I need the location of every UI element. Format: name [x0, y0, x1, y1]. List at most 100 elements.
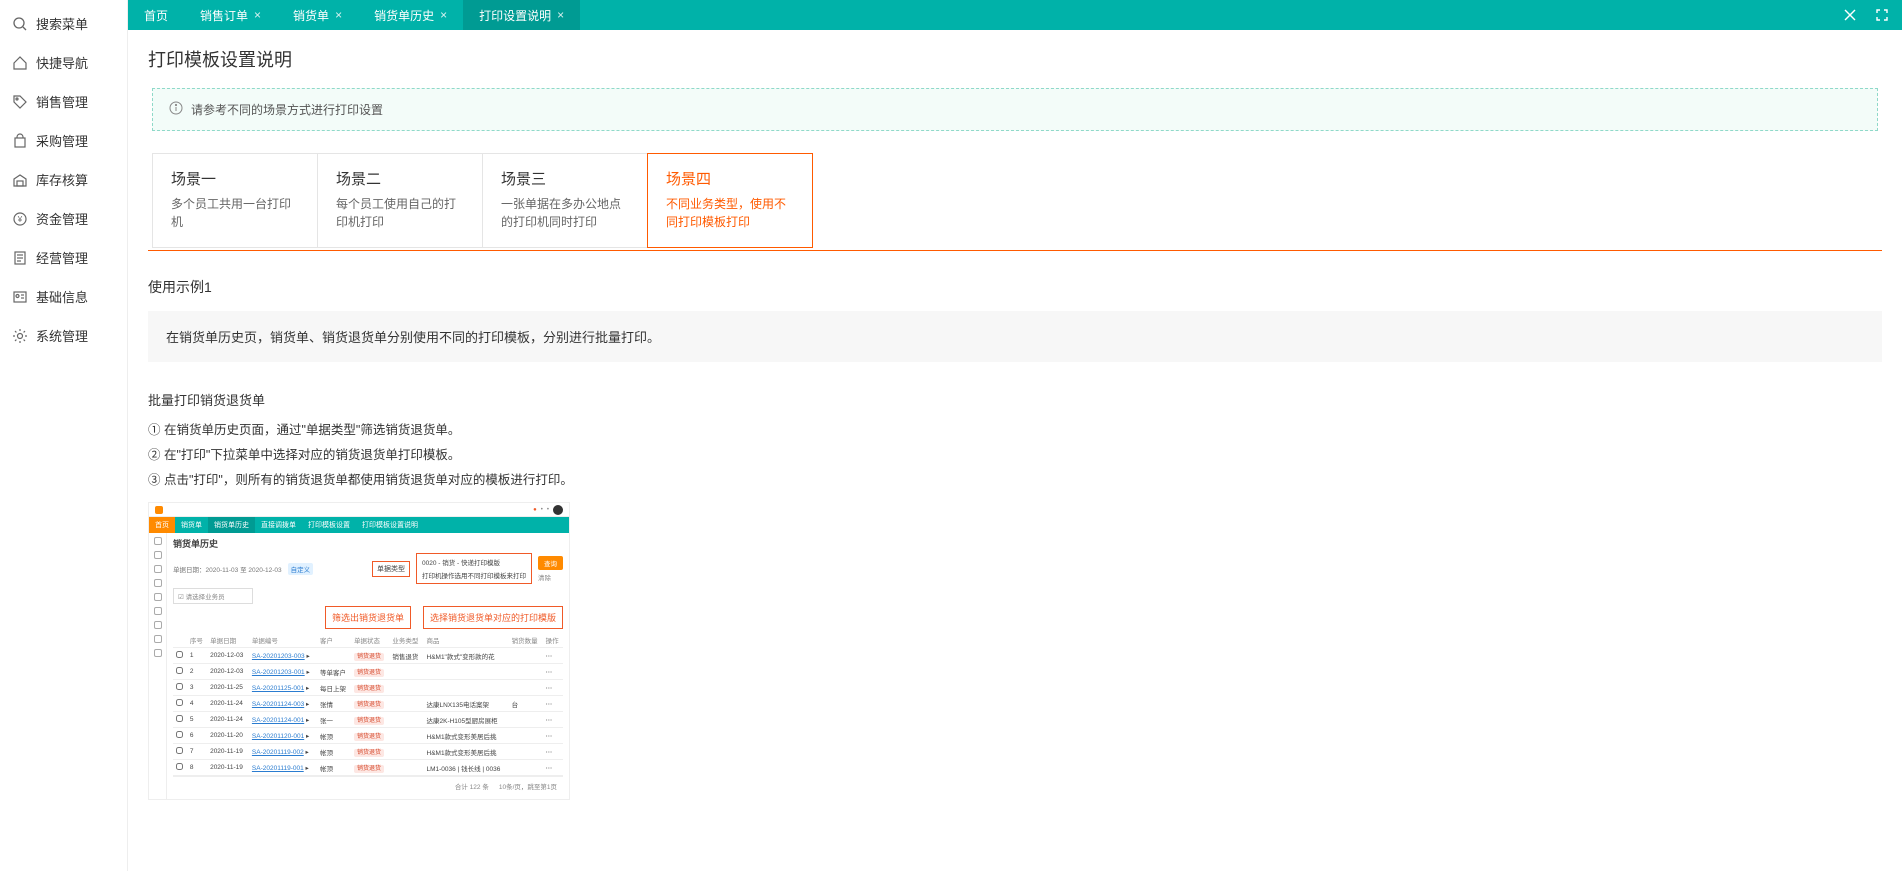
close-all-icon[interactable]	[1838, 3, 1862, 27]
search-icon	[12, 16, 28, 32]
mock-tab: 首页	[149, 517, 175, 533]
mock-filter-type: 单据类型	[372, 561, 410, 577]
sidebar-item-label: 基础信息	[36, 287, 88, 306]
warehouse-icon	[12, 172, 28, 188]
svg-text:¥: ¥	[17, 215, 23, 224]
main: 首页 销售订单 × 销货单 × 销货单历史 × 打印设置说明 × 打印模	[128, 0, 1902, 871]
mock-tab: 打印模板设置	[302, 517, 356, 533]
page-title: 打印模板设置说明	[148, 46, 1882, 72]
sidebar: 搜索菜单 快捷导航 销售管理 采购管理 库存核算 ¥ 资金管理 经营管理	[0, 0, 128, 871]
tab-sales-bill[interactable]: 销货单 ×	[277, 0, 358, 30]
scenario-card-1[interactable]: 场景一 多个员工共用一台打印机	[152, 153, 318, 248]
mock-table-row: 82020-11-19SA-20201119-001 ▸帐顶销货退货LM1-00…	[173, 760, 563, 776]
mock-tab: 直接调拨单	[255, 517, 302, 533]
scenario-desc: 一张单据在多办公地点的打印机同时打印	[501, 195, 629, 231]
tab-home[interactable]: 首页	[128, 0, 184, 30]
scenario-desc: 每个员工使用自己的打印机打印	[336, 195, 464, 231]
tag-icon	[12, 94, 28, 110]
sidebar-item-finance[interactable]: ¥ 资金管理	[0, 199, 127, 238]
cards-underline	[148, 250, 1882, 251]
mock-table-row: 42020-11-24SA-20201124-003 ▸张情销货退货达康LNX1…	[173, 696, 563, 712]
mock-footer-total: 合计 122 条	[455, 781, 489, 791]
scenario-desc: 多个员工共用一台打印机	[171, 195, 299, 231]
mock-clear-button: 清除	[538, 572, 563, 582]
mock-callout-template: 选择销货退货单对应的打印模版	[423, 606, 563, 629]
info-icon	[169, 101, 183, 118]
tab-label: 首页	[144, 7, 168, 24]
sidebar-item-label: 快捷导航	[36, 53, 88, 72]
mock-title: 销货单历史	[173, 537, 563, 550]
tab-label: 销货单历史	[374, 7, 434, 24]
close-icon[interactable]: ×	[557, 8, 564, 22]
tabbar: 首页 销售订单 × 销货单 × 销货单历史 × 打印设置说明 ×	[128, 0, 1902, 30]
sidebar-item-basicinfo[interactable]: 基础信息	[0, 277, 127, 316]
sidebar-item-label: 采购管理	[36, 131, 88, 150]
scenario-title: 场景二	[336, 168, 464, 189]
scenario-title: 场景三	[501, 168, 629, 189]
mock-date-badge: 自定义	[288, 563, 314, 575]
step-line: ② 在"打印"下拉菜单中选择对应的销货退货单打印模板。	[148, 444, 1882, 463]
scenario-desc: 不同业务类型，使用不同打印模板打印	[666, 195, 794, 231]
hint-box: 请参考不同的场景方式进行打印设置	[152, 88, 1878, 131]
mock-logo-icon	[155, 506, 163, 514]
fullscreen-icon[interactable]	[1870, 3, 1894, 27]
step-line: ① 在销货单历史页面，通过"单据类型"筛选销货退货单。	[148, 419, 1882, 438]
sidebar-item-label: 销售管理	[36, 92, 88, 111]
tab-print-settings[interactable]: 打印设置说明 ×	[463, 0, 580, 30]
sidebar-item-label: 经营管理	[36, 248, 88, 267]
mock-table-row: 62020-11-20SA-20201120-001 ▸帐顶销货退货H&M1款式…	[173, 728, 563, 744]
mock-table-row: 52020-11-24SA-20201124-001 ▸张一销货退货达康2K-H…	[173, 712, 563, 728]
sidebar-item-label: 库存核算	[36, 170, 88, 189]
mock-query-button: 查询	[538, 556, 563, 570]
hint-text: 请参考不同的场景方式进行打印设置	[191, 101, 383, 118]
sidebar-item-label: 搜索菜单	[36, 14, 88, 33]
sidebar-item-label: 资金管理	[36, 209, 88, 228]
close-icon[interactable]: ×	[440, 8, 447, 22]
tab-label: 打印设置说明	[479, 7, 551, 24]
mock-avatar-icon	[553, 505, 563, 515]
close-icon[interactable]: ×	[254, 8, 261, 22]
mock-table-row: 72020-11-19SA-20201119-002 ▸帐顶销货退货H&M1款式…	[173, 744, 563, 760]
sidebar-item-sales[interactable]: 销售管理	[0, 82, 127, 121]
close-icon[interactable]: ×	[335, 8, 342, 22]
sidebar-item-system[interactable]: 系统管理	[0, 316, 127, 355]
scenario-card-2[interactable]: 场景二 每个员工使用自己的打印机打印	[317, 153, 483, 248]
sidebar-item-inventory[interactable]: 库存核算	[0, 160, 127, 199]
description-box: 在销货单历史页，销货单、销货退货单分别使用不同的打印模板，分别进行批量打印。	[148, 311, 1882, 362]
scenario-title: 场景一	[171, 168, 299, 189]
bag-icon	[12, 133, 28, 149]
mock-footer-pager: 10条/页，跳至第1页	[499, 781, 557, 791]
tab-sales-history[interactable]: 销货单历史 ×	[358, 0, 463, 30]
sidebar-item-quicknav[interactable]: 快捷导航	[0, 43, 127, 82]
sidebar-item-search[interactable]: 搜索菜单	[0, 4, 127, 43]
step-line: ③ 点击"打印"，则所有的销货退货单都使用销货退货单对应的模板进行打印。	[148, 469, 1882, 488]
mock-tab: 打印模板设置说明	[356, 517, 424, 533]
tab-label: 销货单	[293, 7, 329, 24]
scenario-card-3[interactable]: 场景三 一张单据在多办公地点的打印机同时打印	[482, 153, 648, 248]
mock-print-dropdown: 0020 - 销货 - 快递打印模版 打印机操作选用不同打印模板来打印	[416, 553, 532, 584]
mock-table-row: 12020-12-03SA-20201203-003 ▸销货退货销售退货H&M1…	[173, 648, 563, 664]
sidebar-item-label: 系统管理	[36, 326, 88, 345]
mock-project-select: ☑ 请选择业务员	[173, 588, 253, 604]
mock-table: 序号 单据日期 单据编号 客户 单据状态 业务类型 商品 销货数量 操作 120…	[173, 632, 563, 776]
tab-label: 销售订单	[200, 7, 248, 24]
content: 打印模板设置说明 请参考不同的场景方式进行打印设置 场景一 多个员工共用一台打印…	[128, 30, 1902, 871]
mock-tab: 销货单	[175, 517, 208, 533]
scenario-cards: 场景一 多个员工共用一台打印机 场景二 每个员工使用自己的打印机打印 场景三 一…	[148, 153, 1882, 248]
home-icon	[12, 55, 28, 71]
mock-callout-filter: 筛选出销货退货单	[325, 606, 411, 629]
step-title: 批量打印销货退货单	[148, 390, 1882, 409]
mock-table-row: 32020-11-25SA-20201125-001 ▸每日上架销货退货⋯	[173, 680, 563, 696]
sidebar-item-operation[interactable]: 经营管理	[0, 238, 127, 277]
money-icon: ¥	[12, 211, 28, 227]
gear-icon	[12, 328, 28, 344]
tabbar-actions	[1838, 0, 1902, 30]
scenario-card-4[interactable]: 场景四 不同业务类型，使用不同打印模板打印	[647, 153, 813, 248]
sidebar-item-purchase[interactable]: 采购管理	[0, 121, 127, 160]
mock-tab: 销货单历史	[208, 517, 255, 533]
scenario-title: 场景四	[666, 168, 794, 189]
clipboard-icon	[12, 250, 28, 266]
embedded-screenshot: ● • • 首页 销货单 销货单历史 直接调拨单 打印模板设置 打印模板设置说明…	[148, 502, 570, 800]
tab-sales-order[interactable]: 销售订单 ×	[184, 0, 277, 30]
id-icon	[12, 289, 28, 305]
